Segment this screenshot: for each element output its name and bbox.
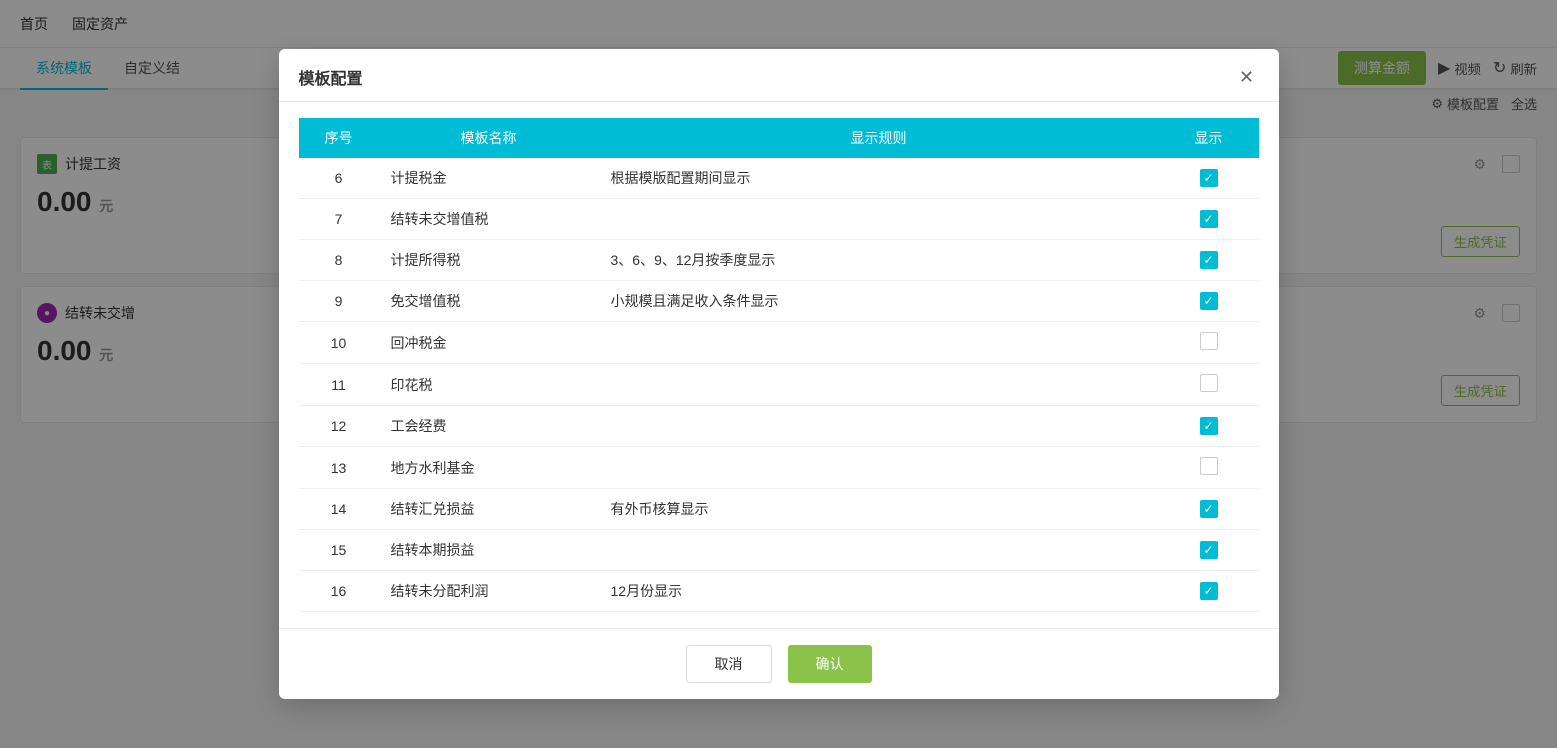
row-checkbox[interactable] [1200,169,1218,187]
row-checkbox[interactable] [1200,500,1218,518]
row-rule: 3、6、9、12月按季度显示 [599,240,1159,281]
row-id: 9 [299,281,379,322]
row-checkbox[interactable] [1200,457,1218,475]
col-header-name: 模板名称 [379,118,599,158]
row-rule: 小规模且满足收入条件显示 [599,281,1159,322]
table-row: 16结转未分配利润12月份显示 [299,571,1259,612]
row-name: 计提税金 [379,158,599,199]
row-checkbox-cell [1159,240,1259,281]
dialog-footer: 取消 确认 [279,628,1279,699]
dialog-body: 序号 模板名称 显示规则 显示 6计提税金根据模版配置期间显示7结转未交增值税8… [279,102,1279,628]
row-checkbox[interactable] [1200,541,1218,559]
row-name: 计提所得税 [379,240,599,281]
row-checkbox-cell [1159,364,1259,406]
dialog-close-button[interactable]: ✕ [1235,65,1259,89]
col-header-rule: 显示规则 [599,118,1159,158]
row-id: 10 [299,322,379,364]
table-row: 8计提所得税3、6、9、12月按季度显示 [299,240,1259,281]
config-table: 序号 模板名称 显示规则 显示 6计提税金根据模版配置期间显示7结转未交增值税8… [299,118,1259,612]
table-row: 11印花税 [299,364,1259,406]
row-name: 免交增值税 [379,281,599,322]
row-name: 结转未分配利润 [379,571,599,612]
row-checkbox[interactable] [1200,210,1218,228]
row-checkbox-cell [1159,322,1259,364]
table-row: 12工会经费 [299,406,1259,447]
row-id: 7 [299,199,379,240]
row-id: 13 [299,447,379,489]
row-rule [599,406,1159,447]
row-rule [599,322,1159,364]
row-checkbox[interactable] [1200,251,1218,269]
row-rule: 根据模版配置期间显示 [599,158,1159,199]
row-rule [599,447,1159,489]
row-checkbox[interactable] [1200,582,1218,600]
row-checkbox-cell [1159,571,1259,612]
row-checkbox-cell [1159,530,1259,571]
dialog-header: 模板配置 ✕ [279,49,1279,102]
row-checkbox[interactable] [1200,374,1218,392]
row-name: 印花税 [379,364,599,406]
row-id: 15 [299,530,379,571]
confirm-button[interactable]: 确认 [788,645,872,683]
col-header-id: 序号 [299,118,379,158]
table-row: 13地方水利基金 [299,447,1259,489]
table-wrapper[interactable]: 序号 模板名称 显示规则 显示 6计提税金根据模版配置期间显示7结转未交增值税8… [299,118,1259,612]
row-checkbox-cell [1159,281,1259,322]
table-row: 10回冲税金 [299,322,1259,364]
cancel-button[interactable]: 取消 [686,645,772,683]
table-row: 14结转汇兑损益有外币核算显示 [299,489,1259,530]
dialog-title: 模板配置 [299,65,363,89]
row-checkbox[interactable] [1200,292,1218,310]
row-name: 结转本期损益 [379,530,599,571]
modal-overlay: 模板配置 ✕ 序号 模板名称 显示规则 显示 6计提税金根据模版配置期间显 [0,0,1557,748]
table-row: 7结转未交增值税 [299,199,1259,240]
row-id: 16 [299,571,379,612]
row-id: 6 [299,158,379,199]
row-rule [599,199,1159,240]
row-id: 11 [299,364,379,406]
row-name: 结转汇兑损益 [379,489,599,530]
row-id: 8 [299,240,379,281]
table-row: 15结转本期损益 [299,530,1259,571]
row-name: 回冲税金 [379,322,599,364]
row-rule [599,364,1159,406]
row-rule: 12月份显示 [599,571,1159,612]
row-rule [599,530,1159,571]
row-name: 工会经费 [379,406,599,447]
row-checkbox-cell [1159,447,1259,489]
table-row: 6计提税金根据模版配置期间显示 [299,158,1259,199]
row-name: 结转未交增值税 [379,199,599,240]
template-config-dialog: 模板配置 ✕ 序号 模板名称 显示规则 显示 6计提税金根据模版配置期间显 [279,49,1279,699]
row-rule: 有外币核算显示 [599,489,1159,530]
row-checkbox-cell [1159,158,1259,199]
row-checkbox-cell [1159,199,1259,240]
row-id: 14 [299,489,379,530]
row-name: 地方水利基金 [379,447,599,489]
col-header-display: 显示 [1159,118,1259,158]
row-checkbox-cell [1159,406,1259,447]
row-checkbox[interactable] [1200,332,1218,350]
row-checkbox-cell [1159,489,1259,530]
row-id: 12 [299,406,379,447]
row-checkbox[interactable] [1200,417,1218,435]
table-row: 9免交增值税小规模且满足收入条件显示 [299,281,1259,322]
